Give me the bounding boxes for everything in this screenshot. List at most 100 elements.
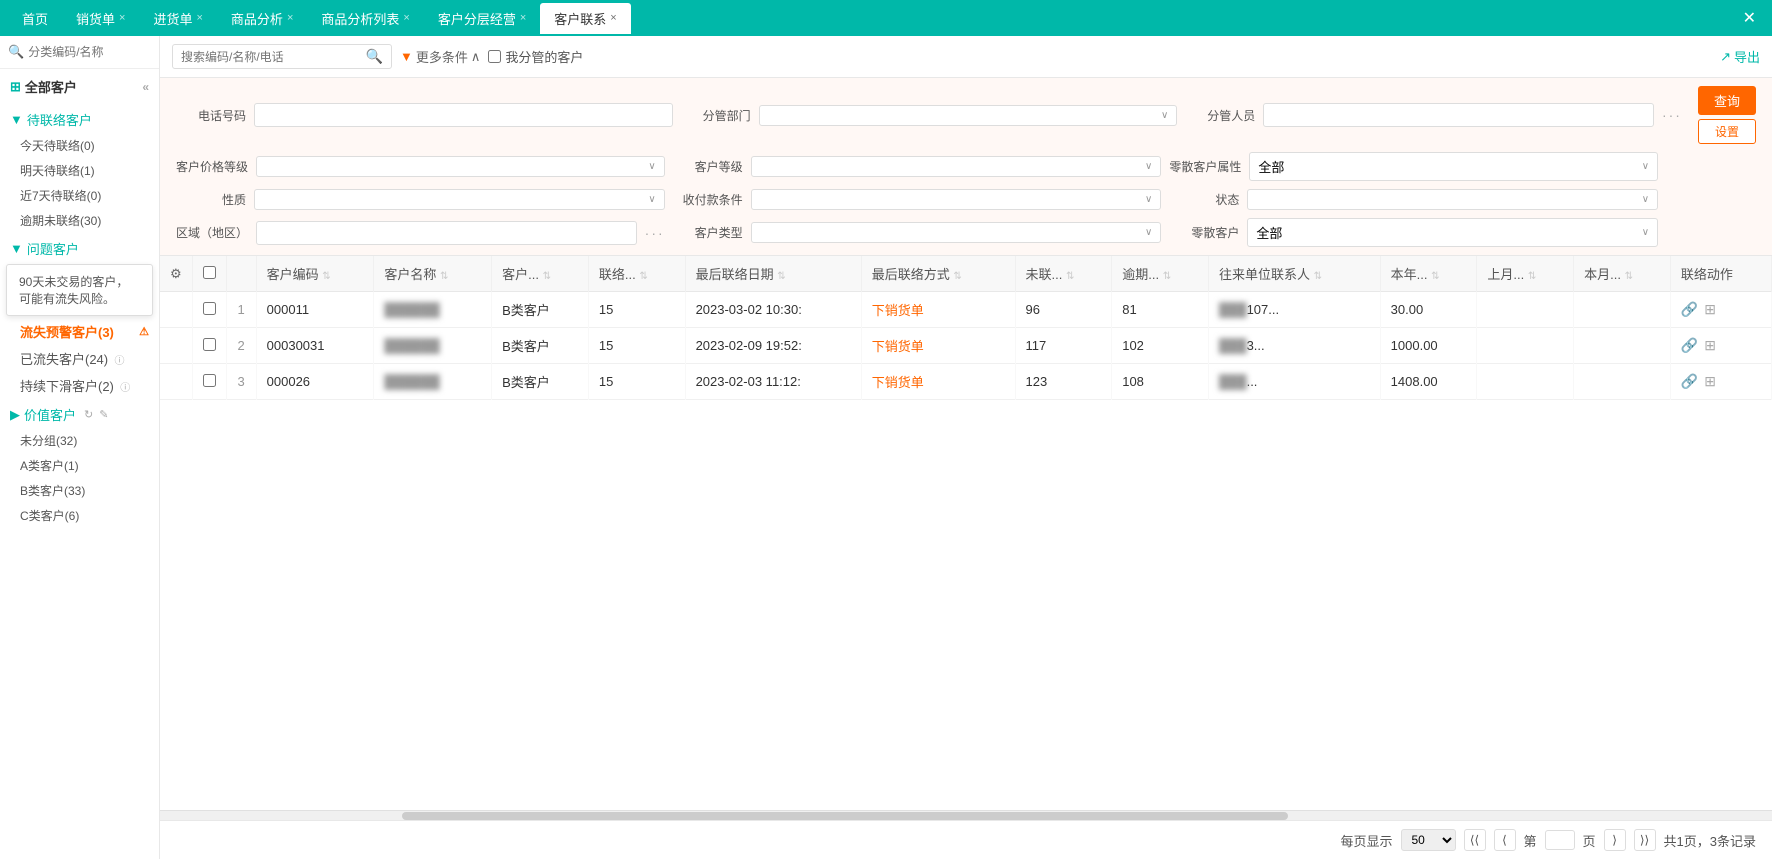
sidebar-item-declining[interactable]: 持续下滑客户(2) ⓘ <box>0 372 159 399</box>
sidebar-item-unclassified[interactable]: 未分组(32) <box>0 428 159 453</box>
retail-attr-select[interactable]: 全部∨ <box>1249 152 1658 181</box>
sidebar-item-churned[interactable]: 已流失客户(24) ⓘ <box>0 345 159 372</box>
search-input[interactable] <box>181 50 366 64</box>
page-number-input[interactable]: 1 <box>1545 830 1575 850</box>
col-contact-sort[interactable]: ⇅ <box>639 271 647 282</box>
col-code-sort[interactable]: ⇅ <box>322 271 330 282</box>
tab-product-analysis[interactable]: 商品分析 × <box>217 3 307 34</box>
row2-grid-icon[interactable]: ⊞ <box>1704 337 1716 354</box>
person-input[interactable] <box>1263 103 1654 127</box>
row3-grid-icon[interactable]: ⊞ <box>1704 373 1716 390</box>
tab-product-analysis-list[interactable]: 商品分析列表 × <box>307 3 423 34</box>
col-settings[interactable]: ⚙ <box>160 256 192 292</box>
close-customertier-icon[interactable]: × <box>520 12 526 24</box>
row3-checkbox[interactable] <box>192 364 226 400</box>
sidebar-item-7day-contact[interactable]: 近7天待联络(0) <box>0 183 159 208</box>
nature-select[interactable]: ∨ <box>254 189 665 210</box>
settings-button[interactable]: 设置 <box>1698 119 1756 144</box>
row2-method-link[interactable]: 下销货单 <box>872 339 924 354</box>
col-checkbox[interactable] <box>192 256 226 292</box>
col-last-month-sort[interactable]: ⇅ <box>1528 271 1536 282</box>
row1-link-icon[interactable]: 🔗 <box>1681 301 1698 318</box>
sidebar-group-value-customers[interactable]: ▶ 价值客户 ↻ ✎ <box>0 399 159 428</box>
my-customers-checkbox-input[interactable] <box>488 50 501 63</box>
row2-last-method[interactable]: 下销货单 <box>861 328 1015 364</box>
customer-tier-select[interactable]: ∨ <box>751 156 1162 177</box>
row3-last-method[interactable]: 下销货单 <box>861 364 1015 400</box>
col-contact-person-sort[interactable]: ⇅ <box>1314 271 1322 282</box>
col-method-sort[interactable]: ⇅ <box>953 271 961 282</box>
nature-label: 性质 <box>176 191 246 208</box>
sidebar-item-today-contact[interactable]: 今天待联络(0) <box>0 133 159 158</box>
last-page-button[interactable]: ⟩⟩ <box>1634 829 1656 851</box>
region-input[interactable] <box>256 221 637 245</box>
row3-link-icon[interactable]: 🔗 <box>1681 373 1698 390</box>
customer-type-select[interactable]: ∨ <box>751 222 1162 243</box>
close-productanalysis-icon[interactable]: × <box>287 12 293 24</box>
per-page-select[interactable]: 50 100 200 <box>1401 829 1456 851</box>
col-name-sort[interactable]: ⇅ <box>440 271 448 282</box>
select-all-checkbox[interactable] <box>203 266 216 279</box>
sidebar-item-tomorrow-contact[interactable]: 明天待联络(1) <box>0 158 159 183</box>
row2-check[interactable] <box>203 338 216 351</box>
phone-input[interactable] <box>254 103 673 127</box>
next-page-button[interactable]: ⟩ <box>1604 829 1626 851</box>
tab-customer-contact[interactable]: 客户联系 × <box>540 3 630 34</box>
tab-salesorder[interactable]: 销货单 × <box>62 3 139 34</box>
sidebar-search-input[interactable] <box>28 45 151 59</box>
row1-last-method[interactable]: 下销货单 <box>861 292 1015 328</box>
col-overdue-sort[interactable]: ⇅ <box>1163 271 1171 282</box>
retail-customer-select[interactable]: 全部∨ <box>1247 218 1658 247</box>
scrollbar-thumb[interactable] <box>402 812 1289 820</box>
home-tab[interactable]: 首页 <box>8 3 62 34</box>
col-uncontacted-label: 未联... <box>1026 267 1063 282</box>
row2-checkbox[interactable] <box>192 328 226 364</box>
tab-purchaseorder[interactable]: 进货单 × <box>139 3 216 34</box>
sidebar-item-overdue-contact[interactable]: 逾期未联络(30) <box>0 208 159 233</box>
sidebar-collapse-button[interactable]: « <box>142 80 149 94</box>
close-productanalysislist-icon[interactable]: × <box>403 12 409 24</box>
refresh-icon[interactable]: ↻ <box>84 408 93 421</box>
export-button[interactable]: ↗ 导出 <box>1720 47 1760 66</box>
row1-checkbox[interactable] <box>192 292 226 328</box>
query-button[interactable]: 查询 <box>1698 86 1756 115</box>
row1-grid-icon[interactable]: ⊞ <box>1704 301 1716 318</box>
col-type-sort[interactable]: ⇅ <box>543 271 551 282</box>
col-uncontacted-sort[interactable]: ⇅ <box>1066 271 1074 282</box>
sidebar-item-a-class[interactable]: A类客户(1) <box>0 453 159 478</box>
col-last-date-sort[interactable]: ⇅ <box>777 271 785 282</box>
close-salesorder-icon[interactable]: × <box>119 12 125 24</box>
row2-code: 00030031 <box>256 328 374 364</box>
horizontal-scrollbar[interactable] <box>160 810 1772 820</box>
more-conditions-button[interactable]: ▼ 更多条件 ∧ <box>400 47 480 66</box>
my-customers-checkbox[interactable]: 我分管的客户 <box>488 47 583 66</box>
col-this-year-sort[interactable]: ⇅ <box>1431 271 1439 282</box>
sidebar-item-c-class[interactable]: C类客户(6) <box>0 503 159 528</box>
sidebar-item-churn-warning[interactable]: 流失预警客户(3) ⚠ <box>0 318 159 345</box>
dept-select[interactable]: ∨ <box>759 105 1178 126</box>
row1-index: 1 <box>226 292 256 328</box>
close-purchaseorder-icon[interactable]: × <box>196 12 202 24</box>
search-submit-icon[interactable]: 🔍 <box>366 48 383 65</box>
row2-link-icon[interactable]: 🔗 <box>1681 337 1698 354</box>
sidebar-group-pending-contact[interactable]: ▼ 待联络客户 <box>0 104 159 133</box>
retail-attr-label: 零散客户属性 <box>1169 158 1241 175</box>
person-more-dots[interactable]: ··· <box>1662 107 1682 123</box>
close-customercontact-icon[interactable]: × <box>610 12 616 24</box>
tab-customer-tier[interactable]: 客户分层经营 × <box>424 3 540 34</box>
col-this-month-sort[interactable]: ⇅ <box>1625 271 1633 282</box>
first-page-button[interactable]: ⟨⟨ <box>1464 829 1486 851</box>
row3-check[interactable] <box>203 374 216 387</box>
row3-method-link[interactable]: 下销货单 <box>872 375 924 390</box>
region-more-dots[interactable]: ··· <box>645 225 665 241</box>
row1-method-link[interactable]: 下销货单 <box>872 303 924 318</box>
payment-select[interactable]: ∨ <box>751 189 1162 210</box>
sidebar-item-b-class[interactable]: B类客户(33) <box>0 478 159 503</box>
prev-page-button[interactable]: ⟨ <box>1494 829 1516 851</box>
row1-check[interactable] <box>203 302 216 315</box>
edit-icon[interactable]: ✎ <box>99 408 108 421</box>
sidebar-group-problem-customers[interactable]: ▼ 问题客户 <box>0 233 159 262</box>
price-tier-select[interactable]: ∨ <box>256 156 665 177</box>
status-select[interactable]: ∨ <box>1247 189 1658 210</box>
window-close-button[interactable]: ✕ <box>1735 4 1764 32</box>
